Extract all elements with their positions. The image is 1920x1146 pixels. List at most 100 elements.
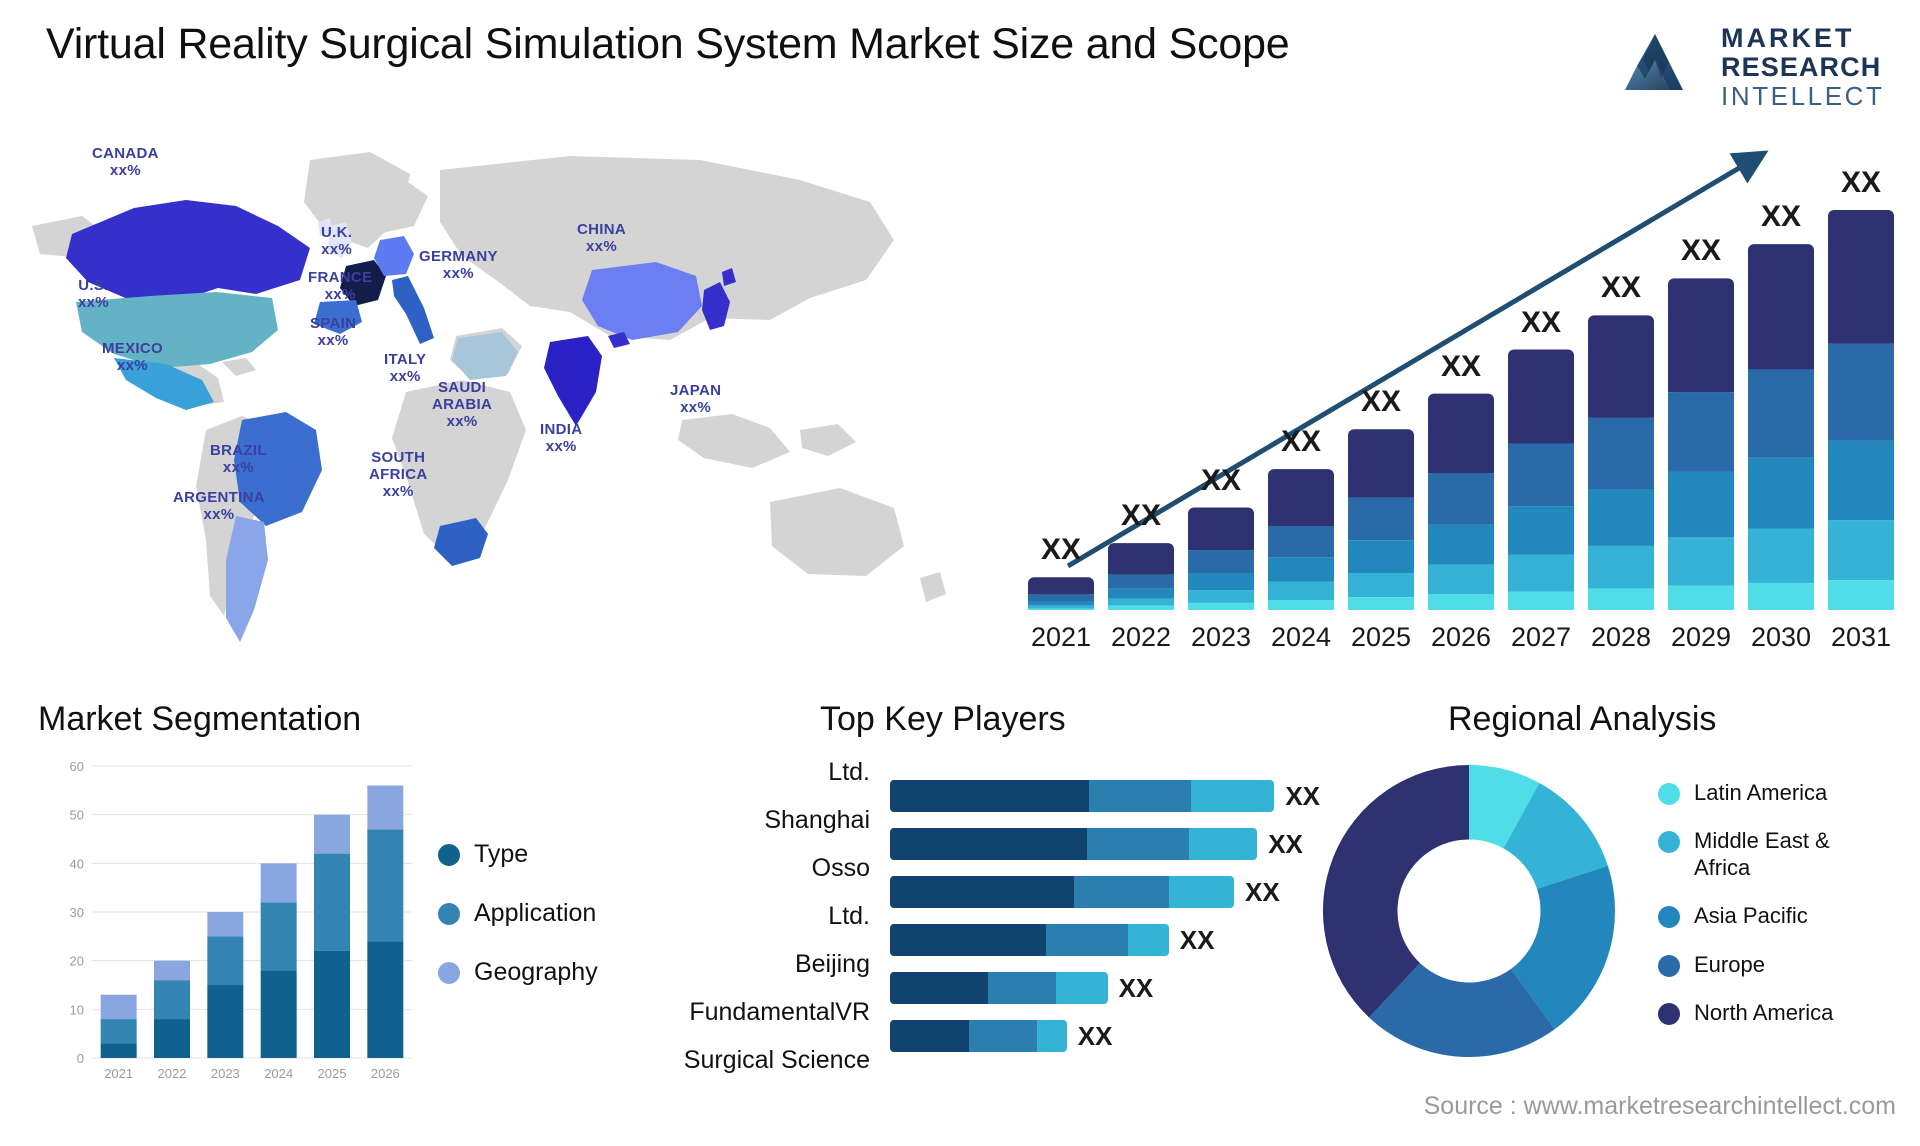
growth-bar-year-label: 2026 <box>1430 622 1492 652</box>
map-label-china: CHINA xx% <box>577 221 626 256</box>
map-label-argentina: ARGENTINA xx% <box>173 489 265 524</box>
source-attribution: Source : www.marketresearchintellect.com <box>1423 1092 1896 1120</box>
growth-bar-segment <box>1268 581 1334 601</box>
regional-legend-label: Latin America <box>1694 780 1828 805</box>
seg-bar-segment <box>207 912 244 937</box>
growth-bar-segment-fill <box>1668 284 1734 393</box>
growth-bar-segment <box>1588 489 1654 546</box>
map-label-percent: xx% <box>586 237 617 255</box>
growth-bar-segment-fill <box>1508 355 1574 444</box>
top-key-players-section: Top Key Players Ltd. Shanghai Osso Ltd. Beij… <box>640 700 1320 1130</box>
player-bar-segment <box>1036 1020 1067 1052</box>
seg-legend-swatch-icon <box>438 843 460 866</box>
mountain-logo-icon <box>1625 34 1683 90</box>
growth-bar-segment <box>1428 564 1494 595</box>
seg-bar-segment <box>314 814 350 854</box>
growth-bar-segment <box>1268 526 1334 558</box>
player-name-label: Ltd. <box>828 757 870 786</box>
growth-bar-segment <box>1348 497 1414 541</box>
seg-y-tick-label: 30 <box>70 905 84 920</box>
seg-x-tick-label: 2026 <box>371 1066 400 1081</box>
regional-analysis-donut-chart <box>1322 764 1616 1058</box>
growth-bar-chart: XX 2021 XX 2022 XX 2023 XX 2024 XX 2025 XX 2026 XX 20… <box>1020 130 1910 670</box>
seg-x-tick-label: 2021 <box>104 1066 133 1081</box>
map-label-percent: xx% <box>78 293 109 311</box>
regional-legend-swatch-icon <box>1658 1002 1680 1025</box>
growth-bar-segment <box>1508 591 1574 610</box>
growth-bar-value-label: XX <box>1440 349 1482 383</box>
player-name-label: Ltd. <box>828 901 870 930</box>
growth-bar-segment <box>1428 473 1494 525</box>
growth-bar-segment <box>1028 601 1094 606</box>
map-label-u-s-: U.S. xx% <box>78 277 109 312</box>
map-label-percent: xx% <box>680 398 712 416</box>
seg-bar-segment <box>260 902 297 971</box>
player-name-label: FundamentalVR <box>689 997 870 1026</box>
regional-analysis-title: Regional Analysis <box>1448 700 1717 738</box>
regional-analysis-legend: Latin America Middle East & Africa Asia Pa… <box>1658 780 1918 1048</box>
player-name-label: Surgical Science <box>683 1045 870 1074</box>
growth-bar-segment-fill <box>1268 475 1334 527</box>
seg-bar-segment <box>260 863 297 903</box>
growth-bar-year-label: 2023 <box>1190 622 1252 652</box>
growth-bar-segment <box>1108 598 1174 606</box>
regional-legend-swatch-icon <box>1658 783 1680 805</box>
growth-bar-segment <box>1268 557 1334 582</box>
growth-bar-segment <box>1348 597 1414 610</box>
map-label-percent: xx% <box>109 161 141 179</box>
map-label-country: SOUTH AFRICA <box>369 449 428 483</box>
player-bar-segment <box>1088 780 1192 812</box>
growth-bar-value-label: XX <box>1680 234 1722 268</box>
growth-bar-segment-fill <box>1188 513 1254 551</box>
logo-line-research: RESEARCH <box>1721 52 1882 83</box>
player-bar-segment <box>1046 924 1128 956</box>
player-name-label: Shanghai <box>764 805 870 834</box>
map-label-u-k-: U.K. xx% <box>321 224 353 259</box>
growth-bar-value-label: XX <box>1520 305 1562 339</box>
seg-x-tick-label: 2022 <box>158 1066 187 1081</box>
growth-bar-value-label: XX <box>1760 200 1802 234</box>
growth-bar-segment <box>1108 605 1174 610</box>
market-segmentation-section: Market Segmentation 0 10 20 30 40 50 60 2021 20… <box>38 700 638 1130</box>
growth-bar-segment <box>1348 540 1414 573</box>
top-key-players-labels: Ltd. Shanghai Osso Ltd. Beijing FundamentalVR… <box>640 748 870 1084</box>
world-map-icon <box>32 152 946 642</box>
map-label-percent: xx% <box>203 505 235 523</box>
map-label-country: U.K. <box>321 224 353 241</box>
map-label-country: BRAZIL <box>210 442 267 459</box>
regional-legend-item: Middle East & Africa <box>1658 828 1918 881</box>
growth-bar-year-label: 2021 <box>1030 622 1092 652</box>
player-bar-row: XX <box>890 868 1320 916</box>
map-label-japan: JAPAN xx% <box>670 382 721 417</box>
player-name-label: Osso <box>811 853 870 882</box>
player-name-label: Beijing <box>794 949 870 978</box>
map-label-canada: CANADA xx% <box>92 145 159 180</box>
growth-bar-segment <box>1668 585 1734 610</box>
player-bar-segment <box>1055 972 1108 1004</box>
seg-bar-segment <box>367 785 404 830</box>
growth-bar-value-label: XX <box>1200 463 1242 497</box>
market-segmentation-title: Market Segmentation <box>38 700 362 738</box>
player-bar-row: XX <box>890 916 1320 964</box>
seg-bar-segment <box>314 950 350 1058</box>
map-label-country: U.S. <box>78 277 109 294</box>
growth-bar-value-label: XX <box>1280 425 1322 459</box>
growth-bar-year-label: 2029 <box>1670 622 1732 652</box>
growth-bar-value-label: XX <box>1120 499 1162 533</box>
map-label-country: CANADA <box>92 145 159 162</box>
player-bar-segment <box>968 1020 1037 1052</box>
map-label-percent: xx% <box>382 482 414 500</box>
growth-bar-year-label: 2025 <box>1350 622 1412 652</box>
map-label-country: FRANCE <box>308 269 373 286</box>
seg-legend-swatch-icon <box>438 902 460 925</box>
player-bar-segment <box>890 780 1089 812</box>
player-bar-value-label: XX <box>1245 876 1280 907</box>
map-label-brazil: BRAZIL xx% <box>210 442 267 477</box>
map-label-percent: xx% <box>442 264 474 282</box>
map-label-france: FRANCE xx% <box>308 269 373 304</box>
map-label-saudi-arabia: SAUDI ARABIA xx% <box>432 379 492 430</box>
growth-bar-segment <box>1668 471 1734 538</box>
map-label-percent: xx% <box>117 356 148 374</box>
map-label-country: INDIA <box>540 421 583 438</box>
seg-y-tick-label: 50 <box>70 808 84 823</box>
